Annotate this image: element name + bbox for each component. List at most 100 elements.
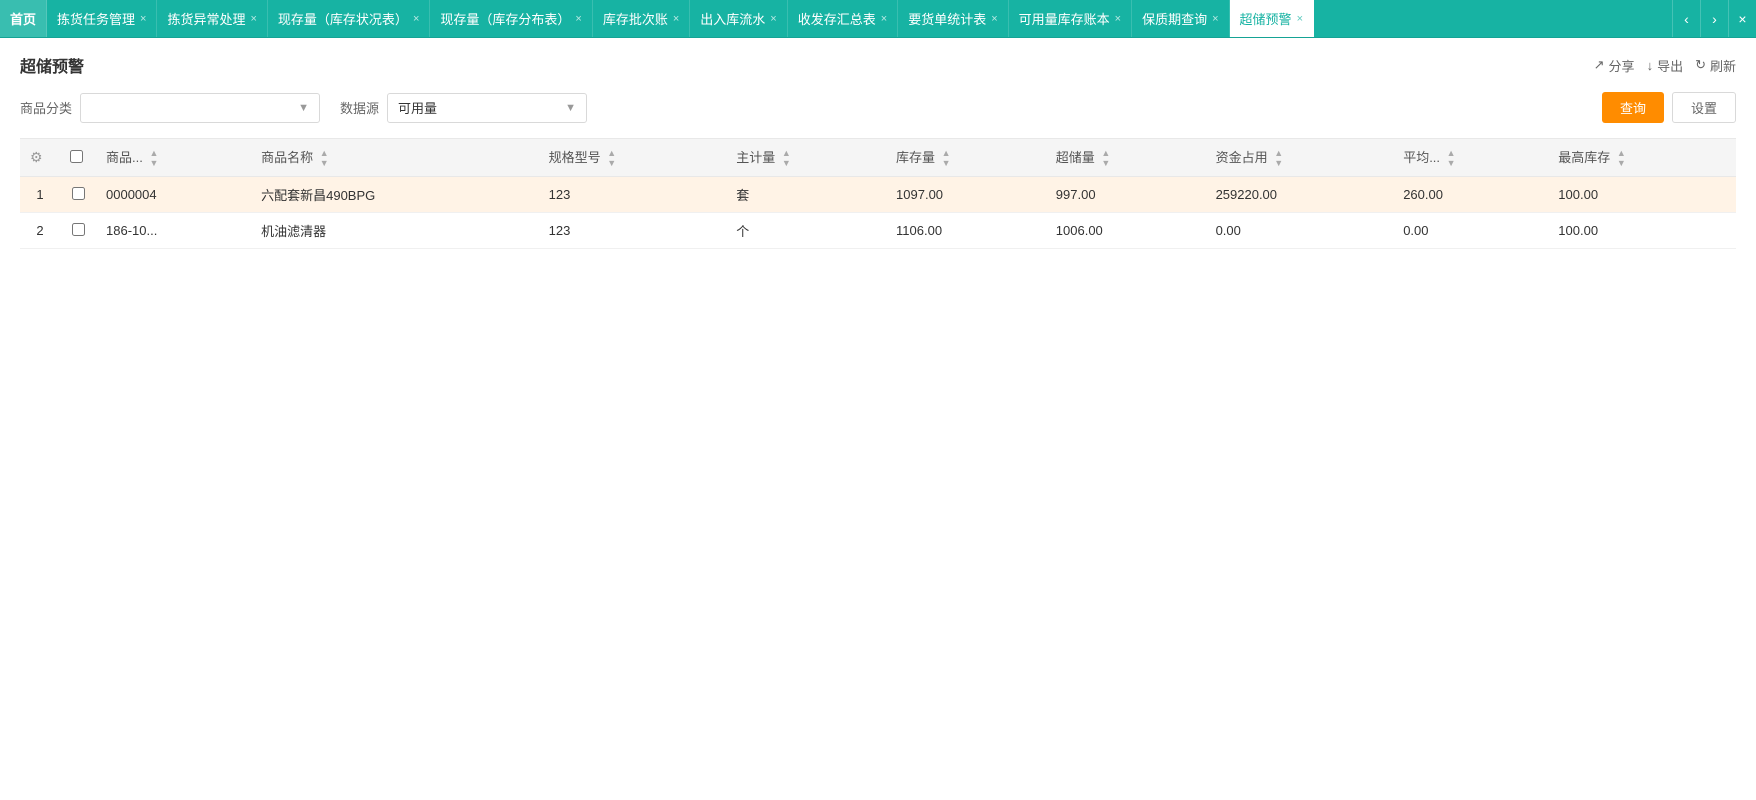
filter-category: 商品分类 ▼ [20, 93, 320, 123]
nav-tab-close-icon[interactable]: × [673, 13, 679, 25]
row-index: 2 [20, 213, 60, 249]
setting-button[interactable]: 设置 [1672, 92, 1736, 123]
nav-tab-label: 现存量（库存分布表） [440, 9, 570, 28]
cell-product-name: 机油滤清器 [251, 213, 539, 249]
settings-gear-icon[interactable]: ⚙ [30, 149, 43, 165]
cell-over-stock: 997.00 [1046, 177, 1206, 213]
nav-tab-tab3[interactable]: 现存量（库存状况表）× [268, 0, 430, 37]
nav-arrow-right[interactable]: › [1700, 0, 1728, 37]
cell-product-name: 六配套新昌490BPG [251, 177, 539, 213]
sort-icon-avg: ▲▼ [1447, 149, 1456, 169]
data-table: ⚙ 商品... ▲▼ 商品名称 ▲▼ 规格型号 ▲▼ 主计量 ▲▼ [20, 138, 1736, 249]
export-button[interactable]: ↓ 导出 [1647, 56, 1684, 75]
sort-icon-stock: ▲▼ [942, 149, 951, 169]
nav-home[interactable]: 首页 [0, 0, 47, 37]
th-spec[interactable]: 规格型号 ▲▼ [539, 139, 727, 177]
th-capital[interactable]: 资金占用 ▲▼ [1206, 139, 1394, 177]
select-all-checkbox[interactable] [70, 150, 83, 163]
cell-avg: 260.00 [1393, 177, 1548, 213]
table-header-row: ⚙ 商品... ▲▼ 商品名称 ▲▼ 规格型号 ▲▼ 主计量 ▲▼ [20, 139, 1736, 177]
sort-icon-spec: ▲▼ [607, 149, 616, 169]
nav-tab-label: 超储预警 [1240, 9, 1292, 28]
th-unit[interactable]: 主计量 ▲▼ [726, 139, 886, 177]
cell-max-stock: 100.00 [1548, 177, 1736, 213]
nav-tab-tab6[interactable]: 出入库流水 × [690, 0, 787, 37]
table-row: 2 186-10... 机油滤清器 123 个 1106.00 1006.00 … [20, 213, 1736, 249]
nav-tab-tab7[interactable]: 收发存汇总表 × [788, 0, 898, 37]
filter-datasource: 数据源 可用量 ▼ [340, 93, 587, 123]
share-label: 分享 [1609, 56, 1635, 75]
nav-tab-tab9[interactable]: 可用量库存账本× [1009, 0, 1132, 37]
datasource-chevron-icon: ▼ [565, 102, 576, 114]
nav-tab-close-icon[interactable]: × [991, 13, 997, 25]
th-checkbox [60, 139, 96, 177]
nav-tab-close-icon[interactable]: × [1115, 13, 1121, 25]
category-chevron-icon: ▼ [298, 102, 309, 114]
export-label: 导出 [1657, 56, 1683, 75]
share-button[interactable]: ↗ 分享 [1594, 56, 1635, 75]
th-max-stock[interactable]: 最高库存 ▲▼ [1548, 139, 1736, 177]
sort-icon-unit: ▲▼ [782, 149, 791, 169]
nav-tab-label: 收发存汇总表 [798, 9, 876, 28]
nav-tab-close-icon[interactable]: × [413, 13, 419, 25]
sort-icon-max-stock: ▲▼ [1617, 149, 1626, 169]
cell-capital: 0.00 [1206, 213, 1394, 249]
nav-tab-close-icon[interactable]: × [881, 13, 887, 25]
row-checkbox-0[interactable] [72, 187, 85, 200]
nav-tab-close-icon[interactable]: × [140, 13, 146, 25]
cell-product-code: 186-10... [96, 213, 251, 249]
refresh-button[interactable]: ↻ 刷新 [1695, 56, 1736, 75]
nav-tab-tab11[interactable]: 超储预警 × [1230, 0, 1314, 37]
nav-tab-close-icon[interactable]: × [250, 13, 256, 25]
cell-max-stock: 100.00 [1548, 213, 1736, 249]
table-row: 1 0000004 六配套新昌490BPG 123 套 1097.00 997.… [20, 177, 1736, 213]
sort-icon-code: ▲▼ [149, 149, 158, 169]
nav-tab-tab4[interactable]: 现存量（库存分布表） × [430, 0, 592, 37]
nav-tab-label: 要货单统计表 [908, 9, 986, 28]
nav-arrow-left[interactable]: ‹ [1672, 0, 1700, 37]
nav-tab-label: 出入库流水 [700, 9, 765, 28]
cell-over-stock: 1006.00 [1046, 213, 1206, 249]
row-checkbox-1[interactable] [72, 223, 85, 236]
nav-tab-label: 保质期查询 [1142, 9, 1207, 28]
cell-unit: 套 [726, 177, 886, 213]
nav-tab-close-icon[interactable]: × [575, 13, 581, 25]
nav-tab-tab1[interactable]: 拣货任务管理 × [47, 0, 157, 37]
th-over-stock[interactable]: 超储量 ▲▼ [1046, 139, 1206, 177]
row-checkbox-cell [60, 213, 96, 249]
cell-spec: 123 [539, 177, 727, 213]
nav-tab-close-icon[interactable]: × [1297, 13, 1303, 25]
th-avg[interactable]: 平均... ▲▼ [1393, 139, 1548, 177]
row-checkbox-cell [60, 177, 96, 213]
nav-arrows: ‹ › × [1672, 0, 1756, 37]
category-select[interactable]: ▼ [80, 93, 320, 123]
nav-tab-tab2[interactable]: 拣货异常处理× [157, 0, 267, 37]
cell-product-code: 0000004 [96, 177, 251, 213]
nav-tab-tab5[interactable]: 库存批次账 × [593, 0, 690, 37]
nav-tab-tab8[interactable]: 要货单统计表 × [898, 0, 1008, 37]
share-icon: ↗ [1594, 57, 1605, 73]
page-title: 超储预警 [20, 53, 84, 77]
th-product-name[interactable]: 商品名称 ▲▼ [251, 139, 539, 177]
nav-arrow-close[interactable]: × [1728, 0, 1756, 37]
filter-actions: 查询 设置 [1602, 92, 1736, 123]
sort-icon-name: ▲▼ [320, 149, 329, 169]
th-product-code[interactable]: 商品... ▲▼ [96, 139, 251, 177]
nav-tab-close-icon[interactable]: × [770, 13, 776, 25]
refresh-icon: ↻ [1695, 57, 1706, 73]
nav-tab-tab10[interactable]: 保质期查询 × [1132, 0, 1229, 37]
nav-tab-label: 库存批次账 [603, 9, 668, 28]
th-stock[interactable]: 库存量 ▲▼ [886, 139, 1046, 177]
nav-bar: 首页 拣货任务管理×拣货异常处理×现存量（库存状况表）×现存量（库存分布表）×库… [0, 0, 1756, 38]
nav-tab-close-icon[interactable]: × [1212, 13, 1218, 25]
page-header: 超储预警 ↗ 分享 ↓ 导出 ↻ 刷新 [20, 53, 1736, 77]
cell-capital: 259220.00 [1206, 177, 1394, 213]
query-button[interactable]: 查询 [1602, 92, 1664, 123]
category-label: 商品分类 [20, 98, 72, 117]
sort-icon-capital: ▲▼ [1274, 149, 1283, 169]
datasource-select[interactable]: 可用量 ▼ [387, 93, 587, 123]
nav-tab-label: 拣货任务管理 [57, 9, 135, 28]
filter-row: 商品分类 ▼ 数据源 可用量 ▼ 查询 设置 [20, 92, 1736, 123]
cell-stock: 1097.00 [886, 177, 1046, 213]
main-content: 超储预警 ↗ 分享 ↓ 导出 ↻ 刷新 商品分类 ▼ 数据源 [0, 38, 1756, 800]
